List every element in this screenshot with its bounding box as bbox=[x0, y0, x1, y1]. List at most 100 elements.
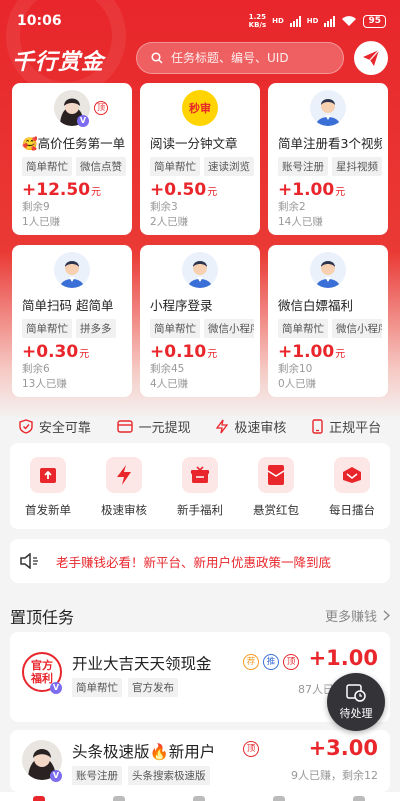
quick-entry-label: 首发新单 bbox=[25, 503, 71, 517]
price-value: +0.50 bbox=[150, 180, 207, 200]
battery-icon: 95 bbox=[363, 14, 386, 28]
battery-level: 95 bbox=[368, 16, 381, 26]
task-remaining: 剩余45 bbox=[150, 363, 185, 375]
pending-button[interactable]: 待处理 bbox=[327, 673, 385, 731]
phone-icon bbox=[312, 418, 323, 434]
task-earned: 4人已赚 bbox=[150, 378, 189, 390]
task-tag: 星抖视频 bbox=[332, 157, 382, 176]
task-title: 🥰高价任务第一单 bbox=[22, 136, 126, 151]
net-type-2: HD bbox=[306, 17, 319, 25]
pinned-badge: 顶 bbox=[283, 654, 299, 670]
chevron-right-icon bbox=[383, 610, 390, 621]
price-value: +1.00 bbox=[278, 342, 335, 362]
task-tag: 账号注册 bbox=[278, 157, 328, 176]
paper-plane-icon bbox=[363, 49, 380, 66]
more-label: 更多赚钱 bbox=[324, 610, 377, 625]
task-title: 微信白嫖福利 bbox=[278, 298, 354, 313]
price-unit: 元 bbox=[79, 349, 90, 360]
task-card[interactable]: 简单注册看3个视频 账号注册 星抖视频 +1.00元 剩余2 14人已赚 bbox=[268, 83, 388, 235]
task-tag: 简单帮忙 bbox=[278, 319, 328, 338]
task-price: +1.00元 bbox=[278, 180, 345, 200]
task-title: 小程序登录 bbox=[150, 298, 213, 313]
task-remaining: 剩余3 bbox=[150, 201, 178, 213]
quick-entry-panel: 首发新单 极速审核 新手福利 悬赏红包 每日擂台 bbox=[10, 443, 390, 529]
task-earned: 13人已赚 bbox=[22, 378, 67, 390]
task-earned: 2人已赚 bbox=[150, 216, 189, 228]
search-input[interactable] bbox=[171, 51, 331, 65]
feature-official: 正规平台 bbox=[312, 415, 381, 437]
pinned-task[interactable]: V 头条极速版🔥新用户 顶 账号注册 头条搜索极速版 +3.00 9人已赚，剩余1… bbox=[10, 730, 390, 792]
task-card[interactable]: 微信白嫖福利 简单帮忙微信小程序 +1.00元 剩余10 0人已赚 bbox=[268, 245, 388, 397]
speaker-icon bbox=[20, 553, 38, 569]
verified-icon: V bbox=[50, 682, 62, 694]
net-type-1: HD bbox=[272, 17, 284, 25]
task-title: 简单扫码 超简单 bbox=[22, 298, 114, 313]
task-card[interactable]: 秒审 阅读一分钟文章 简单帮忙 速读浏览 +0.50元 剩余3 2人已赚 bbox=[140, 83, 260, 235]
task-tag: 微信小程序 bbox=[204, 319, 254, 338]
price-unit: 元 bbox=[207, 187, 218, 198]
send-button[interactable] bbox=[354, 41, 388, 75]
quick-entry-label: 每日擂台 bbox=[329, 503, 375, 517]
price-unit: 元 bbox=[207, 349, 218, 360]
tab-indicator[interactable] bbox=[193, 796, 205, 801]
net-speed-value: 1.25 bbox=[248, 13, 267, 21]
price-unit: 元 bbox=[335, 349, 346, 360]
quick-entry-newbie[interactable]: 新手福利 bbox=[168, 457, 232, 529]
status-bar: 10:06 1.25 KB/s HD HD 95 bbox=[0, 0, 400, 40]
task-tag: 简单帮忙 bbox=[150, 319, 200, 338]
brand-logo: 千行赏金 bbox=[12, 50, 105, 75]
feature-row: 安全可靠 一元提现 极速审核 正规平台 bbox=[0, 415, 400, 437]
more-link[interactable]: 更多赚钱 bbox=[325, 606, 390, 625]
task-tag: 头条搜索极速版 bbox=[128, 766, 210, 785]
avatar-man bbox=[310, 90, 346, 126]
task-tag: 微信小程序 bbox=[332, 319, 382, 338]
task-card[interactable]: 小程序登录 简单帮忙微信小程序 +0.10元 剩余45 4人已赚 bbox=[140, 245, 260, 397]
verified-icon: V bbox=[50, 770, 62, 782]
task-remaining: 剩余9 bbox=[22, 201, 50, 213]
quick-entry-red-packet[interactable]: 悬赏红包 bbox=[244, 457, 308, 529]
price-value: +0.10 bbox=[150, 342, 207, 362]
promote-badge: 推 bbox=[263, 654, 279, 670]
task-remaining: 剩余10 bbox=[278, 363, 313, 375]
task-price: +0.50元 bbox=[150, 180, 217, 200]
logo-text: 福利 bbox=[31, 672, 53, 685]
tab-indicator[interactable] bbox=[273, 796, 285, 801]
red-packet-icon bbox=[267, 465, 285, 485]
signal-icon bbox=[289, 15, 301, 27]
logo-text: 秒审 bbox=[189, 102, 211, 115]
network-speed: 1.25 KB/s bbox=[249, 13, 266, 29]
task-title: 阅读一分钟文章 bbox=[150, 136, 238, 151]
quick-entry-arena[interactable]: 每日擂台 bbox=[320, 457, 384, 529]
quick-entry-fast-review[interactable]: 极速审核 bbox=[92, 457, 156, 529]
price-value: +0.30 bbox=[22, 342, 79, 362]
task-card[interactable]: V 顶 🥰高价任务第一单 简单帮忙 微信点赞 +12.50元 剩余9 1人已赚 bbox=[12, 83, 132, 235]
lightning-icon bbox=[216, 419, 229, 433]
pinned-task-title: 头条极速版🔥新用户 bbox=[72, 743, 216, 761]
tab-indicator[interactable] bbox=[33, 796, 45, 801]
quick-entry-new[interactable]: 首发新单 bbox=[16, 457, 80, 529]
gift-icon bbox=[191, 466, 209, 483]
search-bar[interactable] bbox=[136, 42, 344, 74]
task-card[interactable]: 简单扫码 超简单 简单帮忙 拼多多 +0.30元 剩余6 13人已赚 bbox=[12, 245, 132, 397]
task-earned: 1人已赚 bbox=[22, 216, 61, 228]
price-unit: 元 bbox=[91, 187, 102, 198]
pinned-badge: 顶 bbox=[94, 101, 108, 115]
task-tag: 简单帮忙 bbox=[150, 157, 200, 176]
task-tag: 简单帮忙 bbox=[22, 157, 72, 176]
feature-fast-review: 极速审核 bbox=[216, 415, 286, 437]
quick-entry-label: 极速审核 bbox=[101, 503, 147, 517]
section-title: 置顶任务 bbox=[10, 608, 75, 627]
task-tag: 简单帮忙 bbox=[72, 678, 122, 697]
notice-bar[interactable]: 老手赚钱必看！新平台、新用户优惠政策一降到底 bbox=[10, 539, 390, 583]
tab-indicator[interactable] bbox=[353, 796, 365, 801]
logo-text: 官方 bbox=[31, 659, 53, 672]
tab-indicator[interactable] bbox=[113, 796, 125, 801]
lightning-icon bbox=[117, 465, 131, 485]
feature-safe: 安全可靠 bbox=[19, 415, 91, 437]
card-icon bbox=[116, 419, 133, 433]
net-speed-unit: KB/s bbox=[248, 21, 267, 29]
pending-label: 待处理 bbox=[339, 706, 373, 720]
task-price: +1.00元 bbox=[278, 342, 345, 362]
avatar-man bbox=[310, 252, 346, 288]
pinned-badge: 顶 bbox=[243, 741, 259, 757]
